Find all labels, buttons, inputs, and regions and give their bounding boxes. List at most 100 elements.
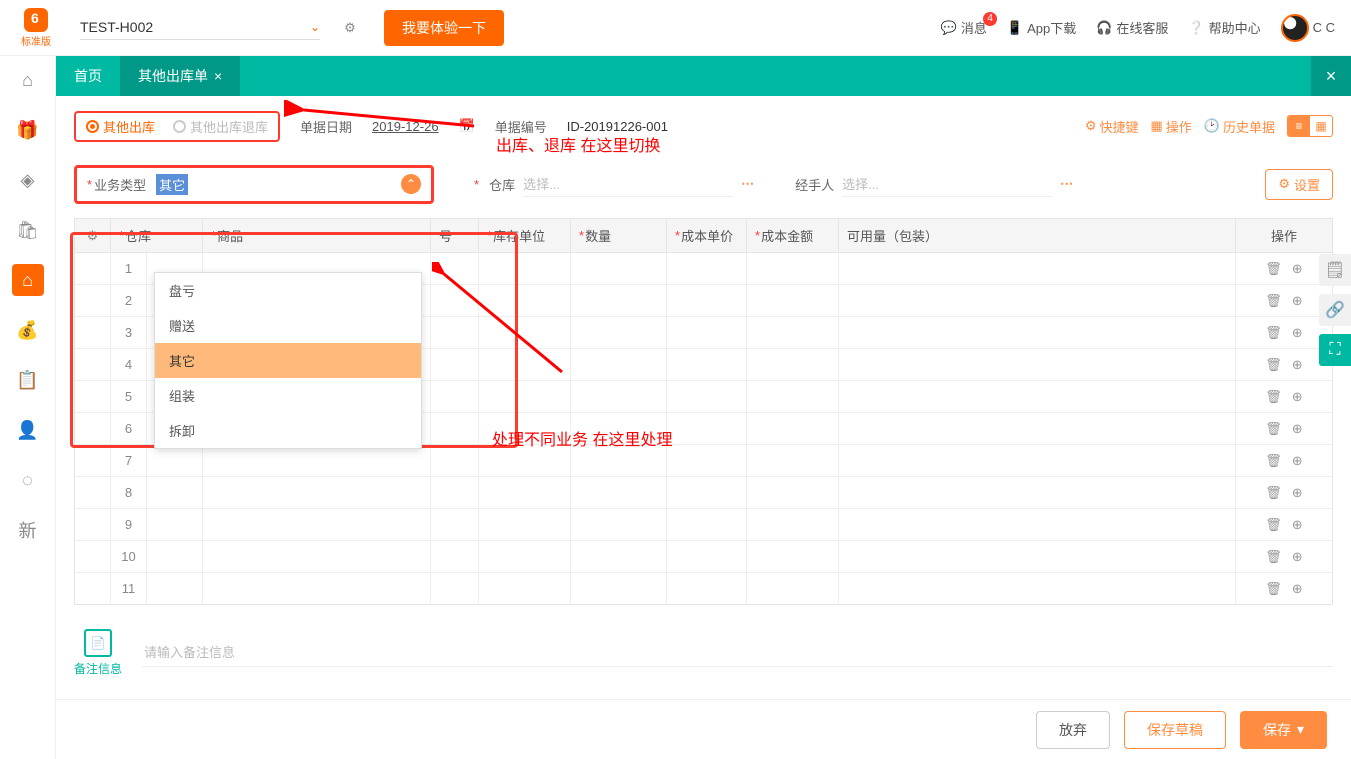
delete-row-icon[interactable]: 🗑 (1265, 485, 1282, 501)
settings-gear-button[interactable]: ⚙ (336, 14, 364, 42)
radio-icon (86, 120, 99, 133)
gear-icon: ⚙ (1278, 176, 1290, 192)
tab-home-label: 首页 (74, 66, 102, 86)
warehouse-select[interactable]: 选择... (523, 171, 733, 197)
add-row-icon[interactable]: ⊕ (1292, 517, 1303, 533)
app-download-link[interactable]: 📱 App下载 (1007, 18, 1076, 37)
add-row-icon[interactable]: ⊕ (1292, 325, 1303, 341)
add-row-icon[interactable]: ⊕ (1292, 581, 1303, 597)
company-select[interactable]: TEST-H002 ⌄ (80, 15, 320, 40)
date-value[interactable]: 2019-12-26 (372, 119, 439, 134)
nav-warehouse[interactable]: ⌂ (12, 264, 44, 296)
nav-home[interactable]: ⌂ (12, 64, 44, 96)
nav-refresh[interactable]: ◌ (12, 464, 44, 496)
delete-row-icon[interactable]: 🗑 (1265, 325, 1282, 341)
view-list[interactable]: ≡ (1288, 116, 1310, 136)
online-service-link[interactable]: 🎧 在线客服 (1096, 18, 1168, 37)
dropdown-item[interactable]: 赠送 (155, 308, 421, 343)
nav-contact[interactable]: 👤 (12, 414, 44, 446)
toolbar-right: ⚙快捷键 ▦操作 🕑历史单据 ≡ ▦ (1085, 115, 1333, 137)
add-row-icon[interactable]: ⊕ (1292, 453, 1303, 469)
logo-label: 标准版 (21, 33, 51, 48)
warehouse-more-icon[interactable]: ⋯ (741, 176, 755, 192)
radio-outbound[interactable]: 其他出库 (86, 117, 155, 136)
add-row-icon[interactable]: ⊕ (1292, 485, 1303, 501)
remark-icon-block: 📄 备注信息 (74, 629, 122, 677)
table-row[interactable]: 7🗑⊕ (75, 445, 1332, 477)
nav-diamond[interactable]: ◈ (12, 164, 44, 196)
settings-button[interactable]: ⚙设置 (1265, 169, 1333, 200)
nav-clipboard[interactable]: 📋 (12, 364, 44, 396)
table-row[interactable]: 9🗑⊕ (75, 509, 1332, 541)
radio-return[interactable]: 其他出库退库 (173, 117, 268, 136)
remark-input[interactable] (142, 639, 1333, 667)
add-row-icon[interactable]: ⊕ (1292, 549, 1303, 565)
annotation-1: 出库、退库 在这里切换 (496, 132, 660, 156)
add-row-icon[interactable]: ⊕ (1292, 421, 1303, 437)
form-row-1: 其他出库 其他出库退库 单据日期 2019-12-26 📅 单据编号 ID-20… (74, 108, 1333, 144)
gear-icon: ⚙ (1085, 118, 1097, 134)
table-row[interactable]: 11🗑⊕ (75, 573, 1332, 604)
remark-label: 备注信息 (74, 660, 122, 677)
user-menu[interactable]: C C (1281, 14, 1335, 42)
chevron-up-icon[interactable]: ⌃ (401, 174, 421, 194)
remark-row: 📄 备注信息 (74, 619, 1333, 687)
headset-icon: 🎧 (1096, 20, 1112, 36)
dropdown-item[interactable]: 其它 (155, 343, 421, 378)
dropdown-item[interactable]: 组装 (155, 378, 421, 413)
tab-current[interactable]: 其他出库单 × (120, 56, 240, 96)
delete-row-icon[interactable]: 🗑 (1265, 549, 1282, 565)
help-center-link[interactable]: ❔ 帮助中心 (1188, 18, 1260, 37)
try-button[interactable]: 我要体验一下 (384, 10, 504, 46)
messages-link[interactable]: 💬 消息 4 (941, 18, 987, 37)
nav-money[interactable]: 💰 (12, 314, 44, 346)
delete-row-icon[interactable]: 🗑 (1265, 293, 1282, 309)
delete-row-icon[interactable]: 🗑 (1265, 389, 1282, 405)
operate-link[interactable]: ▦操作 (1150, 117, 1191, 136)
required-mark: * (474, 177, 479, 192)
dropdown-item[interactable]: 盘亏 (155, 273, 421, 308)
nav-gift[interactable]: 🎁 (12, 114, 44, 146)
table-row[interactable]: 8🗑⊕ (75, 477, 1332, 509)
delete-row-icon[interactable]: 🗑 (1265, 517, 1282, 533)
history-link[interactable]: 🕑历史单据 (1204, 117, 1275, 136)
tab-current-label: 其他出库单 (138, 66, 208, 86)
business-type-field[interactable]: * 业务类型 其它 ⌃ (74, 165, 434, 204)
delete-row-icon[interactable]: 🗑 (1265, 357, 1282, 373)
logo[interactable]: 标准版 (16, 8, 56, 48)
rail-link[interactable]: 🔗 (1319, 294, 1351, 326)
shortcut-link[interactable]: ⚙快捷键 (1085, 117, 1139, 136)
user-name: C C (1313, 20, 1335, 35)
discard-button[interactable]: 放弃 (1036, 711, 1110, 749)
add-row-icon[interactable]: ⊕ (1292, 261, 1303, 277)
col-config[interactable]: ⚙ (75, 219, 111, 252)
add-row-icon[interactable]: ⊕ (1292, 357, 1303, 373)
view-grid[interactable]: ▦ (1310, 116, 1332, 136)
delete-row-icon[interactable]: 🗑 (1265, 581, 1282, 597)
logo-icon (24, 8, 48, 32)
rail-note[interactable]: 🗒 (1319, 254, 1351, 286)
calendar-icon[interactable]: 📅 (459, 118, 475, 134)
phone-icon: 📱 (1007, 20, 1023, 36)
rail-expand[interactable]: ⛶ (1319, 334, 1351, 366)
save-draft-button[interactable]: 保存草稿 (1124, 711, 1226, 749)
save-button[interactable]: 保存▾ (1240, 711, 1327, 749)
help-icon: ❔ (1188, 20, 1204, 36)
tab-home[interactable]: 首页 (56, 56, 120, 96)
close-all-tabs[interactable]: × (1311, 56, 1351, 96)
delete-row-icon[interactable]: 🗑 (1265, 261, 1282, 277)
add-row-icon[interactable]: ⊕ (1292, 293, 1303, 309)
add-row-icon[interactable]: ⊕ (1292, 389, 1303, 405)
handler-select[interactable]: 选择... (842, 171, 1052, 197)
nav-new[interactable]: 新 (12, 514, 44, 546)
delete-row-icon[interactable]: 🗑 (1265, 453, 1282, 469)
handler-field: 经手人 选择... ⋯ (795, 171, 1074, 197)
close-icon[interactable]: × (214, 68, 222, 84)
table-row[interactable]: 10🗑⊕ (75, 541, 1332, 573)
nav-bag[interactable]: 🛍 (12, 214, 44, 246)
handler-more-icon[interactable]: ⋯ (1060, 176, 1074, 192)
dropdown-item[interactable]: 拆卸 (155, 413, 421, 448)
col-goods: *商品 (203, 219, 431, 252)
doc-type-radio-group: 其他出库 其他出库退库 (74, 111, 280, 142)
delete-row-icon[interactable]: 🗑 (1265, 421, 1282, 437)
